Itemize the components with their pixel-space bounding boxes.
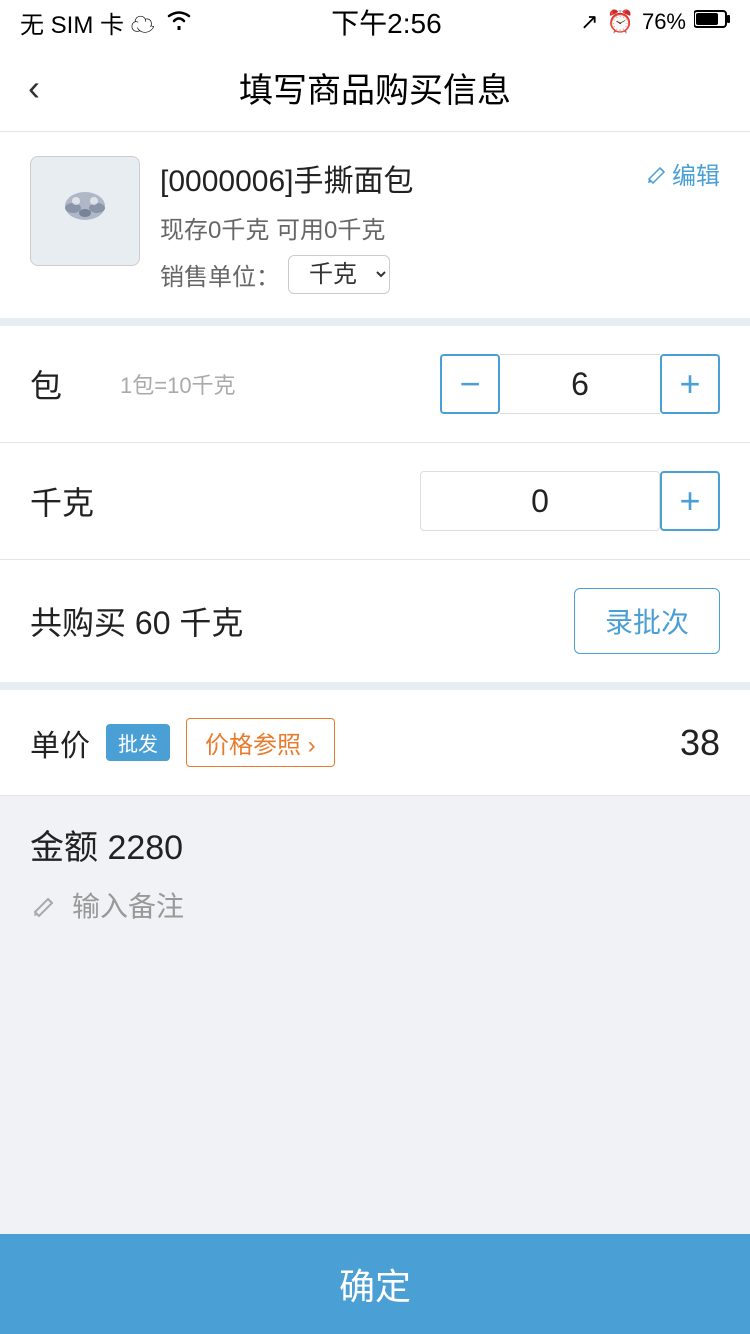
kg-increment-button[interactable]: + (660, 471, 720, 531)
price-reference-button[interactable]: 价格参照 › (186, 718, 335, 767)
status-left: 无 SIM 卡 ☁ (20, 5, 193, 40)
amount-section: 金额 2280 输入备注 (0, 796, 750, 925)
kg-label: 千克 (30, 478, 110, 524)
total-label: 共购买 60 千克 (30, 598, 574, 644)
package-input-row: 包 1包=10千克 − + (0, 326, 750, 443)
kg-qty-control: + (420, 471, 720, 531)
note-label: 输入备注 (72, 885, 184, 925)
amount-row: 金额 2280 (30, 820, 720, 869)
price-label: 单价 (30, 721, 90, 765)
edit-button[interactable]: 编辑 (646, 156, 720, 191)
price-row: 单价 批发 价格参照 › 38 (0, 690, 750, 796)
price-value: 38 (680, 722, 720, 764)
wifi-icon (165, 8, 193, 37)
nav-bar: ‹ 填写商品购买信息 (0, 44, 750, 132)
confirm-button[interactable]: 确定 (0, 1234, 750, 1334)
alarm-icon: ⏰ (607, 9, 634, 35)
battery-icon (694, 9, 730, 35)
wholesale-badge: 批发 (106, 724, 170, 761)
unit-select[interactable]: 千克 (288, 255, 390, 294)
status-right: ↗ ⏰ 76% (580, 9, 730, 35)
product-card: [0000006]手撕面包 编辑 现存0千克 可用0千克 销售单位： 千克 (0, 132, 750, 326)
product-unit: 销售单位： 千克 (160, 255, 720, 294)
total-row: 共购买 60 千克 录批次 (0, 560, 750, 690)
amount-number: 2280 (107, 829, 183, 867)
location-icon: ↗ (580, 9, 598, 35)
package-decrement-button[interactable]: − (440, 354, 500, 414)
status-time: 下午2:56 (331, 2, 442, 42)
package-qty-input[interactable] (500, 354, 660, 414)
back-button[interactable]: ‹ (28, 67, 40, 109)
product-info: [0000006]手撕面包 编辑 现存0千克 可用0千克 销售单位： 千克 (160, 156, 720, 294)
product-stock: 现存0千克 可用0千克 (160, 210, 720, 245)
package-sublabel: 1包=10千克 (120, 368, 440, 400)
amount-label: 金额 (30, 829, 107, 867)
kg-input-row: 千克 + (0, 443, 750, 560)
package-qty-control: − + (440, 354, 720, 414)
package-label: 包 (30, 361, 110, 407)
battery-label: 76% (642, 9, 686, 35)
pencil-icon (30, 890, 60, 920)
kg-qty-input[interactable] (420, 471, 660, 531)
product-name: [0000006]手撕面包 (160, 156, 413, 200)
signal-label: 无 SIM 卡 ☁ (20, 5, 155, 40)
package-increment-button[interactable]: + (660, 354, 720, 414)
product-thumbnail (30, 156, 140, 266)
status-bar: 无 SIM 卡 ☁ 下午2:56 ↗ ⏰ 76% (0, 0, 750, 44)
page-title: 填写商品购买信息 (239, 63, 511, 112)
spacer (0, 925, 750, 1234)
note-row[interactable]: 输入备注 (30, 885, 720, 925)
record-batch-button[interactable]: 录批次 (574, 588, 720, 654)
